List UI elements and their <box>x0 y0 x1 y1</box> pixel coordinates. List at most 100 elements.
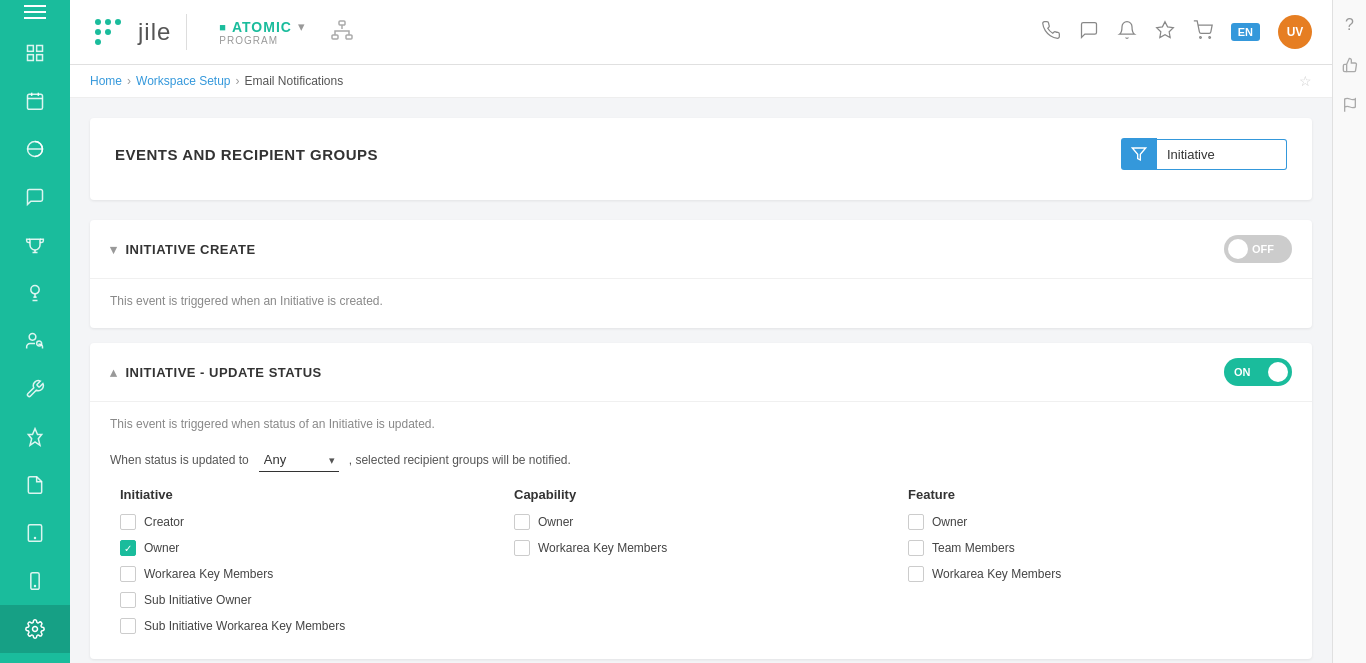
filter-icon <box>1121 138 1157 170</box>
checkbox-owner-capability-box[interactable] <box>514 514 530 530</box>
svg-point-9 <box>31 286 39 294</box>
initiative-create-desc: This event is triggered when an Initiati… <box>110 294 1292 308</box>
sidebar-item-tablet[interactable] <box>0 509 70 557</box>
svg-point-22 <box>95 39 101 45</box>
checkbox-workarea-key-members-feature-box[interactable] <box>908 566 924 582</box>
initiative-filter-select[interactable]: Initiative Capability Feature Epic Story <box>1157 139 1287 170</box>
sidebar-nav <box>0 24 70 605</box>
breadcrumb-home[interactable]: Home <box>90 74 122 88</box>
sidebar-item-bulb[interactable] <box>0 269 70 317</box>
org-chart-icon[interactable] <box>330 19 354 46</box>
sidebar-item-phone[interactable] <box>0 557 70 605</box>
checkbox-workarea-key-members-capability-box[interactable] <box>514 540 530 556</box>
svg-point-10 <box>29 334 36 341</box>
logo-area: jile <box>90 14 187 50</box>
checkbox-workarea-key-members-capability[interactable]: Workarea Key Members <box>514 540 888 556</box>
jile-logo-text: jile <box>138 18 171 46</box>
checkbox-owner-feature-box[interactable] <box>908 514 924 530</box>
checkbox-sub-initiative-workarea-label: Sub Initiative Workarea Key Members <box>144 619 345 633</box>
thumbsup-icon[interactable] <box>1335 50 1365 80</box>
checkbox-owner-initiative[interactable]: Owner <box>120 540 494 556</box>
sidebar-item-tools[interactable] <box>0 365 70 413</box>
inbox-icon[interactable] <box>1041 20 1061 45</box>
checkbox-creator[interactable]: Creator <box>120 514 494 530</box>
checkbox-sub-initiative-owner-box[interactable] <box>120 592 136 608</box>
chat-bubble-icon[interactable] <box>1079 20 1099 45</box>
cart-icon[interactable] <box>1193 20 1213 45</box>
language-badge[interactable]: EN <box>1231 23 1260 41</box>
sidebar-item-people[interactable] <box>0 317 70 365</box>
user-avatar[interactable]: UV <box>1278 15 1312 49</box>
sidebar-item-document[interactable] <box>0 461 70 509</box>
initiative-create-title: ▾ INITIATIVE CREATE <box>110 242 256 257</box>
sidebar-item-calendar[interactable] <box>0 77 70 125</box>
sidebar-item-pin[interactable] <box>0 413 70 461</box>
sidebar-item-grid[interactable] <box>0 29 70 77</box>
initiative-create-chevron: ▾ <box>110 242 118 257</box>
sidebar-item-chat[interactable] <box>0 173 70 221</box>
sidebar-bottom <box>0 605 70 663</box>
filter-dropdown: Initiative Capability Feature Epic Story <box>1121 138 1287 170</box>
checkbox-workarea-key-members-feature-label: Workarea Key Members <box>932 567 1061 581</box>
checkbox-team-members[interactable]: Team Members <box>908 540 1282 556</box>
hamburger-menu[interactable] <box>0 0 70 24</box>
checkbox-workarea-key-members-initiative[interactable]: Workarea Key Members <box>120 566 494 582</box>
svg-rect-23 <box>339 21 345 25</box>
svg-rect-1 <box>37 46 43 52</box>
program-label: PROGRAM <box>219 35 305 46</box>
initiative-create-header[interactable]: ▾ INITIATIVE CREATE OFF <box>90 220 1312 279</box>
bell-icon[interactable] <box>1117 20 1137 45</box>
breadcrumb-workspace[interactable]: Workspace Setup <box>136 74 231 88</box>
breadcrumb-star-icon[interactable]: ☆ <box>1299 73 1312 89</box>
checkbox-workarea-key-members-feature[interactable]: Workarea Key Members <box>908 566 1282 582</box>
checkbox-owner-capability[interactable]: Owner <box>514 514 888 530</box>
svg-point-18 <box>105 19 111 25</box>
initiative-update-desc: This event is triggered when status of a… <box>110 417 1292 431</box>
feature-col: Feature Owner Team Members <box>898 487 1292 644</box>
initiative-update-card: ▴ INITIATIVE - UPDATE STATUS ON This eve… <box>90 343 1312 659</box>
svg-marker-29 <box>1132 148 1145 160</box>
breadcrumb-sep-1: › <box>127 74 131 88</box>
sidebar-item-settings[interactable] <box>0 605 70 653</box>
svg-rect-0 <box>28 46 34 52</box>
body-area: Home › Workspace Setup › Email Notificat… <box>70 65 1332 663</box>
status-select[interactable]: Any Active Inactive <box>259 448 339 472</box>
svg-point-17 <box>95 19 101 25</box>
svg-point-28 <box>1209 36 1211 38</box>
checkbox-owner-feature[interactable]: Owner <box>908 514 1282 530</box>
checkbox-sub-initiative-workarea-box[interactable] <box>120 618 136 634</box>
sidebar-item-trophy[interactable] <box>0 221 70 269</box>
checkbox-creator-label: Creator <box>144 515 184 529</box>
initiative-update-body: This event is triggered when status of a… <box>90 402 1312 659</box>
svg-point-20 <box>95 29 101 35</box>
sidebar-item-sports[interactable] <box>0 125 70 173</box>
breadcrumb: Home › Workspace Setup › Email Notificat… <box>70 65 1332 98</box>
svg-rect-25 <box>346 35 352 39</box>
svg-rect-2 <box>28 55 34 61</box>
program-section: ■ ATOMIC ▾ PROGRAM <box>207 19 305 46</box>
checkbox-team-members-box[interactable] <box>908 540 924 556</box>
initiative-update-header[interactable]: ▴ INITIATIVE - UPDATE STATUS ON <box>90 343 1312 402</box>
checkbox-sub-initiative-owner-label: Sub Initiative Owner <box>144 593 251 607</box>
main-content: jile ■ ATOMIC ▾ PROGRAM <box>70 0 1332 663</box>
recipient-groups: Initiative Creator Owner <box>110 477 1292 644</box>
initiative-update-toggle[interactable]: ON <box>1224 358 1292 386</box>
svg-rect-3 <box>37 55 43 61</box>
initiative-create-toggle[interactable]: OFF <box>1224 235 1292 263</box>
checkbox-owner-initiative-label: Owner <box>144 541 179 555</box>
flag-icon[interactable] <box>1335 90 1365 120</box>
help-icon[interactable]: ? <box>1335 10 1365 40</box>
checkbox-creator-box[interactable] <box>120 514 136 530</box>
initiative-col-title: Initiative <box>120 487 494 502</box>
jile-logo-icon <box>90 14 126 50</box>
checkbox-owner-initiative-box[interactable] <box>120 540 136 556</box>
svg-point-27 <box>1199 36 1201 38</box>
program-dropdown-arrow[interactable]: ▾ <box>298 19 305 34</box>
events-card: EVENTS AND RECIPIENT GROUPS Initiative C… <box>90 118 1312 200</box>
checkbox-workarea-key-members-initiative-box[interactable] <box>120 566 136 582</box>
svg-point-21 <box>105 29 111 35</box>
checkbox-sub-initiative-owner[interactable]: Sub Initiative Owner <box>120 592 494 608</box>
star-icon[interactable] <box>1155 20 1175 45</box>
checkbox-sub-initiative-workarea[interactable]: Sub Initiative Workarea Key Members <box>120 618 494 634</box>
checkbox-team-members-label: Team Members <box>932 541 1015 555</box>
